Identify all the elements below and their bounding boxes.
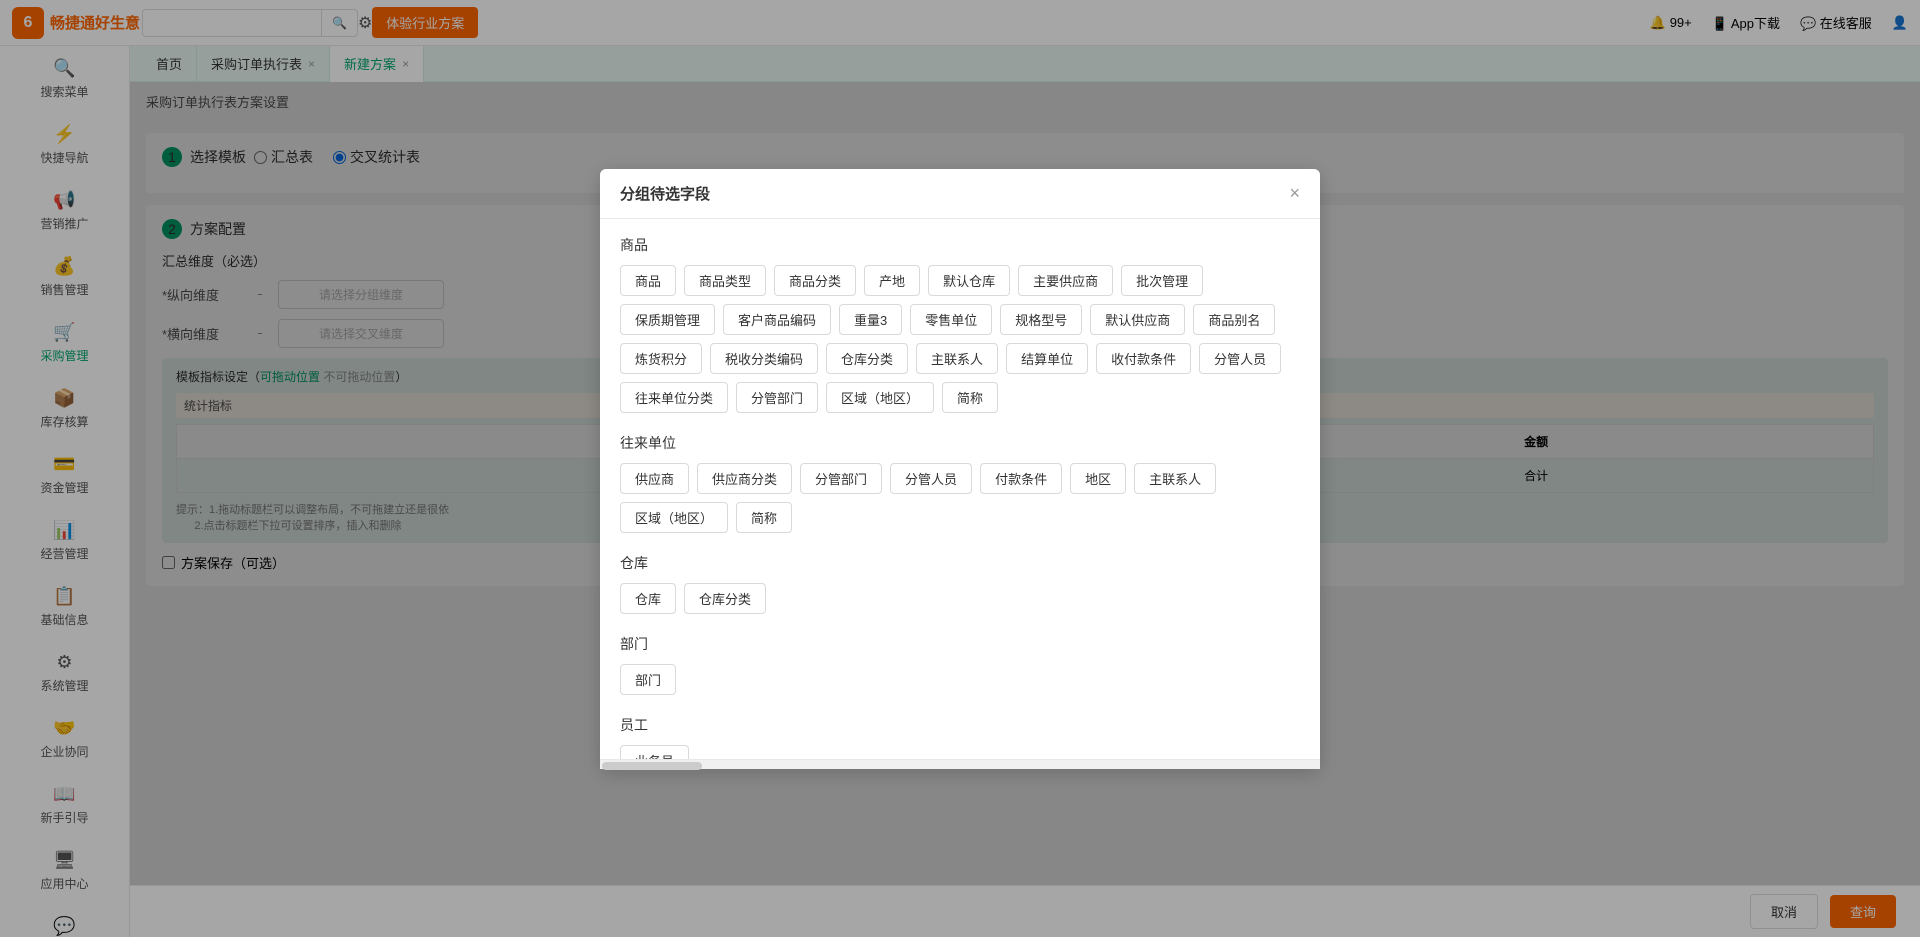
field-chip[interactable]: 部门 [620,664,676,695]
field-chip[interactable]: 重量3 [839,304,902,335]
field-chip[interactable]: 规格型号 [1000,304,1082,335]
field-chip[interactable]: 主联系人 [1134,463,1216,494]
field-chip[interactable]: 付款条件 [980,463,1062,494]
field-group-title: 往来单位 [620,433,1300,453]
field-chip[interactable]: 客户商品编码 [723,304,831,335]
field-chip[interactable]: 商品类型 [684,265,766,296]
field-group-title: 仓库 [620,553,1300,573]
field-chip[interactable]: 供应商 [620,463,689,494]
field-chip[interactable]: 默认供应商 [1090,304,1185,335]
field-chip[interactable]: 业务员 [620,745,689,759]
field-chip[interactable]: 地区 [1070,463,1126,494]
field-chip[interactable]: 收付款条件 [1096,343,1191,374]
field-group-title: 部门 [620,634,1300,654]
field-chip[interactable]: 区域（地区） [826,382,934,413]
field-chips: 商品商品类型商品分类产地默认仓库主要供应商批次管理保质期管理客户商品编码重量3 零… [620,265,1300,413]
field-chip[interactable]: 产地 [864,265,920,296]
field-group-title: 商品 [620,235,1300,255]
modal-close-button[interactable]: × [1289,183,1300,204]
field-group-往来单位: 往来单位供应商供应商分类分管部门分管人员付款条件地区主联系人区域（地区） 简称 [620,433,1300,533]
field-group-title: 员工 [620,715,1300,735]
field-group-员工: 员工业务员 [620,715,1300,759]
field-chips: 业务员 [620,745,1300,759]
modal-header: 分组待选字段 × [600,169,1320,219]
modal-title: 分组待选字段 [620,183,710,204]
field-selection-modal: 分组待选字段 × 商品商品商品类型商品分类产地默认仓库主要供应商批次管理保质期管… [600,169,1320,769]
field-chip[interactable]: 保质期管理 [620,304,715,335]
field-chips: 部门 [620,664,1300,695]
modal-overlay: 分组待选字段 × 商品商品商品类型商品分类产地默认仓库主要供应商批次管理保质期管… [0,0,1920,937]
field-chips: 仓库仓库分类 [620,583,1300,614]
field-group-商品: 商品商品商品类型商品分类产地默认仓库主要供应商批次管理保质期管理客户商品编码重量… [620,235,1300,413]
scrollbar-thumb [602,762,702,770]
field-chip[interactable]: 仓库分类 [826,343,908,374]
field-chip[interactable]: 结算单位 [1006,343,1088,374]
field-chip[interactable]: 税收分类编码 [710,343,818,374]
field-chip[interactable]: 仓库分类 [684,583,766,614]
field-group-仓库: 仓库仓库仓库分类 [620,553,1300,614]
field-group-部门: 部门部门 [620,634,1300,695]
field-chip[interactable]: 区域（地区） [620,502,728,533]
field-chip[interactable]: 批次管理 [1121,265,1203,296]
field-chip[interactable]: 商品别名 [1193,304,1275,335]
field-chip[interactable]: 供应商分类 [697,463,792,494]
field-chip[interactable]: 商品 [620,265,676,296]
field-chip[interactable]: 分管部门 [800,463,882,494]
field-chip[interactable]: 默认仓库 [928,265,1010,296]
field-chips: 供应商供应商分类分管部门分管人员付款条件地区主联系人区域（地区） 简称 [620,463,1300,533]
field-chip[interactable]: 简称 [736,502,792,533]
field-chip[interactable]: 分管部门 [736,382,818,413]
field-chip[interactable]: 主要供应商 [1018,265,1113,296]
field-chip[interactable]: 分管人员 [890,463,972,494]
field-chip[interactable]: 仓库 [620,583,676,614]
horizontal-scrollbar[interactable] [600,759,1320,769]
field-chip[interactable]: 分管人员 [1199,343,1281,374]
modal-body: 商品商品商品类型商品分类产地默认仓库主要供应商批次管理保质期管理客户商品编码重量… [600,219,1320,759]
field-chip[interactable]: 往来单位分类 [620,382,728,413]
field-chip[interactable]: 炼货积分 [620,343,702,374]
field-chip[interactable]: 简称 [942,382,998,413]
field-chip[interactable]: 零售单位 [910,304,992,335]
field-chip[interactable]: 主联系人 [916,343,998,374]
field-chip[interactable]: 商品分类 [774,265,856,296]
